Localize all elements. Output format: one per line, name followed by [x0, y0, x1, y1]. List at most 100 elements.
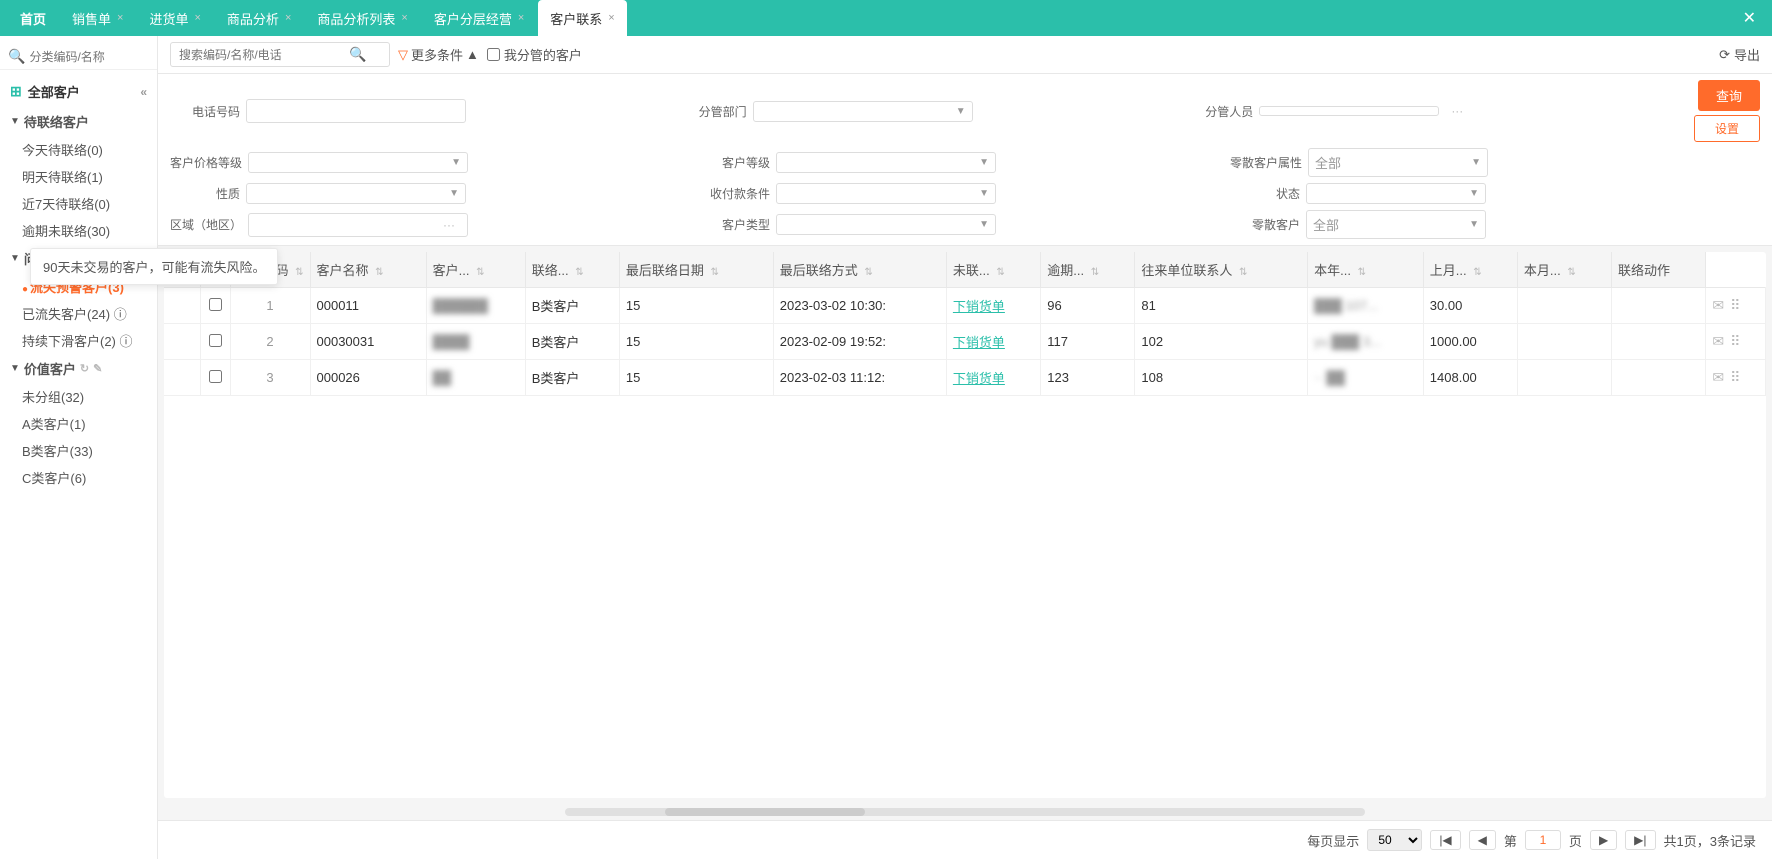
- nav-tab-analysis-list[interactable]: 商品分析列表 ×: [305, 0, 419, 36]
- sort-last-month-icon[interactable]: ⇅: [1473, 267, 1481, 278]
- sort-date-icon[interactable]: ⇅: [711, 267, 719, 278]
- nav-tab-customer-contact[interactable]: 客户联系 ×: [538, 0, 626, 36]
- filter-dots-1[interactable]: ···: [1445, 104, 1469, 118]
- sidebar-group-pending[interactable]: ▼ 待联络客户: [0, 107, 157, 136]
- row-last-method-cell[interactable]: 下销货单: [946, 324, 1040, 360]
- action-message-icon[interactable]: ✉: [1712, 297, 1724, 314]
- filter-dept-label: 分管部门: [677, 103, 747, 120]
- action-message-icon[interactable]: ✉: [1712, 369, 1724, 386]
- close-customer-tier-tab-icon[interactable]: ×: [518, 12, 524, 24]
- sort-year-icon[interactable]: ⇅: [1358, 267, 1366, 278]
- sidebar-item-ungrouped[interactable]: 未分组(32): [0, 383, 157, 410]
- nav-tab-home[interactable]: 首页: [8, 0, 58, 36]
- action-more-icon[interactable]: ⠿: [1730, 369, 1740, 386]
- more-conditions-button[interactable]: ▽ 更多条件 ▲: [398, 45, 479, 64]
- my-customers-checkbox[interactable]: 我分管的客户: [487, 45, 582, 64]
- last-page-button[interactable]: ▶|: [1625, 830, 1655, 850]
- export-button[interactable]: ⟳ 导出: [1719, 45, 1760, 64]
- sidebar-collapse-icon[interactable]: «: [140, 85, 147, 99]
- row-select-checkbox[interactable]: [209, 298, 222, 311]
- sort-type-icon[interactable]: ⇅: [476, 267, 484, 278]
- sidebar-search-wrap: 🔍: [0, 44, 157, 70]
- action-more-icon[interactable]: ⠿: [1730, 297, 1740, 314]
- settings-button[interactable]: 设置: [1694, 115, 1760, 142]
- filter-dept-select[interactable]: ▼: [753, 101, 973, 122]
- row-this-month-cell: [1612, 324, 1706, 360]
- sort-this-month-icon[interactable]: ⇅: [1567, 267, 1575, 278]
- sort-contact-icon[interactable]: ⇅: [575, 267, 583, 278]
- chevron-up-icon: ▲: [466, 47, 479, 62]
- action-more-icon[interactable]: ⠿: [1730, 333, 1740, 350]
- row-checkbox-cell[interactable]: [200, 324, 230, 360]
- prev-page-button[interactable]: ◀: [1469, 830, 1496, 850]
- close-purchase-tab-icon[interactable]: ×: [194, 12, 200, 24]
- filter-region-select[interactable]: ···: [248, 213, 468, 237]
- sidebar-group-value[interactable]: ▼ 价值客户 ↻ ✎: [0, 354, 157, 383]
- row-last-method-cell[interactable]: 下销货单: [946, 288, 1040, 324]
- sidebar-item-declining[interactable]: 持续下滑客户(2) ⓘ: [0, 327, 157, 354]
- sidebar-item-a-class[interactable]: A类客户(1): [0, 410, 157, 437]
- sort-contact-person-icon[interactable]: ⇅: [1239, 267, 1247, 278]
- row-checkbox-cell[interactable]: [200, 360, 230, 396]
- filter-price-level-select[interactable]: ▼: [248, 152, 468, 173]
- refresh-icon[interactable]: ↻: [80, 362, 89, 375]
- nav-tab-purchase[interactable]: 进货单 ×: [137, 0, 212, 36]
- filter-zero-customer-select[interactable]: 全部 ▼: [1306, 210, 1486, 239]
- close-all-tabs-button[interactable]: ✕: [1735, 8, 1764, 28]
- row-select-checkbox[interactable]: [209, 334, 222, 347]
- horizontal-scrollbar[interactable]: [158, 804, 1772, 820]
- filter-customer-type-select[interactable]: ▼: [776, 214, 996, 235]
- filter-gender-select[interactable]: ▼: [246, 183, 466, 204]
- filter-customer-level-select[interactable]: ▼: [776, 152, 996, 173]
- sort-method-icon[interactable]: ⇅: [864, 267, 872, 278]
- nav-tab-sales[interactable]: 销售单 ×: [60, 0, 135, 36]
- query-button[interactable]: 查询: [1698, 80, 1760, 111]
- orange-dot-icon: ●: [22, 284, 28, 295]
- last-method-link[interactable]: 下销货单: [953, 335, 1005, 350]
- close-analysis-tab-icon[interactable]: ×: [285, 12, 291, 24]
- filter-region-field: 区域（地区） ···: [170, 213, 700, 237]
- filter-phone-input[interactable]: [246, 99, 466, 123]
- close-sales-tab-icon[interactable]: ×: [117, 12, 123, 24]
- sidebar-all-customers[interactable]: ⊞ 全部客户 «: [0, 76, 157, 107]
- main-search-icon[interactable]: 🔍: [349, 46, 366, 63]
- action-message-icon[interactable]: ✉: [1712, 333, 1724, 350]
- sidebar-item-b-class[interactable]: B类客户(33): [0, 437, 157, 464]
- row-last-method-cell[interactable]: 下销货单: [946, 360, 1040, 396]
- sidebar-search-input[interactable]: [29, 50, 149, 64]
- filter-person-select[interactable]: [1259, 106, 1439, 116]
- region-dots[interactable]: ···: [437, 218, 461, 232]
- sidebar-item-churned[interactable]: 已流失客户(24) ⓘ: [0, 300, 157, 327]
- row-last-date-cell: 2023-02-09 19:52:: [773, 324, 946, 360]
- sort-overdue-icon[interactable]: ⇅: [1091, 267, 1099, 278]
- table-col-no-contact: 未联... ⇅: [946, 252, 1040, 288]
- first-page-button[interactable]: |◀: [1430, 830, 1460, 850]
- close-analysis-list-tab-icon[interactable]: ×: [401, 12, 407, 24]
- sidebar-item-c-class[interactable]: C类客户(6): [0, 464, 157, 491]
- sidebar-item-today[interactable]: 今天待联络(0): [0, 136, 157, 163]
- nav-tab-analysis[interactable]: 商品分析 ×: [215, 0, 303, 36]
- close-customer-contact-tab-icon[interactable]: ×: [608, 12, 614, 24]
- last-method-link[interactable]: 下销货单: [953, 299, 1005, 314]
- filter-status-select[interactable]: ▼: [1306, 183, 1486, 204]
- sort-name-icon[interactable]: ⇅: [375, 267, 383, 278]
- page-number-input[interactable]: [1525, 830, 1561, 850]
- sort-code-icon[interactable]: ⇅: [295, 267, 303, 278]
- next-page-button[interactable]: ▶: [1590, 830, 1617, 850]
- filter-payment-select[interactable]: ▼: [776, 183, 996, 204]
- sort-no-contact-icon[interactable]: ⇅: [996, 267, 1004, 278]
- nav-tab-customer-tier[interactable]: 客户分层经营 ×: [422, 0, 536, 36]
- main-search-input[interactable]: [179, 48, 349, 62]
- sidebar-item-7days[interactable]: 近7天待联络(0): [0, 190, 157, 217]
- sidebar-item-overdue-contact[interactable]: 逾期未联络(30): [0, 217, 157, 244]
- per-page-select[interactable]: 50 20 100: [1367, 829, 1422, 851]
- filter-zero-attr-select[interactable]: 全部 ▼: [1308, 148, 1488, 177]
- filter-person-field: 分管人员 ···: [1183, 103, 1690, 120]
- edit-value-icon[interactable]: ✎: [93, 362, 102, 375]
- last-method-link[interactable]: 下销货单: [953, 371, 1005, 386]
- row-select-checkbox[interactable]: [209, 370, 222, 383]
- row-checkbox-cell[interactable]: [200, 288, 230, 324]
- sidebar-item-tomorrow[interactable]: 明天待联络(1): [0, 163, 157, 190]
- export-icon: ⟳: [1719, 47, 1730, 63]
- my-customers-check[interactable]: [487, 48, 500, 61]
